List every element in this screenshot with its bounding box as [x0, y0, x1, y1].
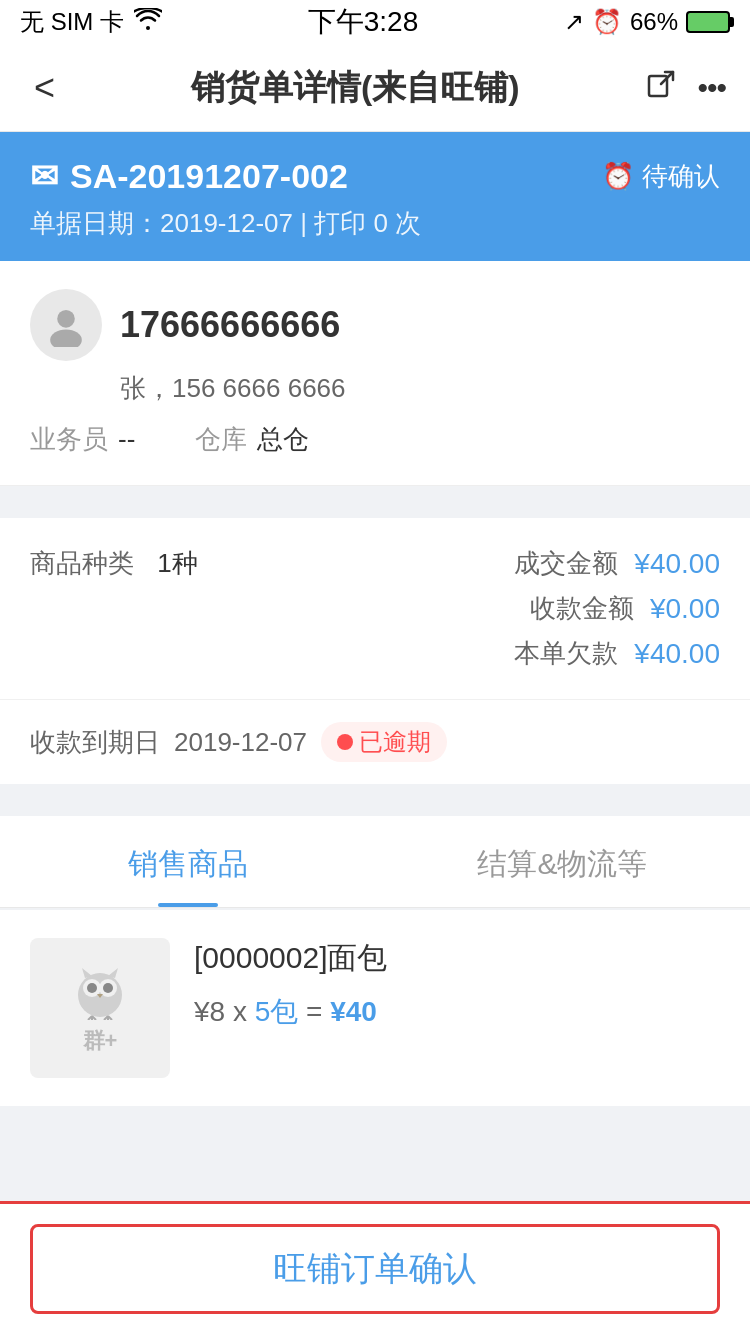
- customer-name: 张，156 6666 6666: [120, 371, 720, 406]
- tab-sales-products[interactable]: 销售商品: [0, 816, 375, 907]
- price-base: ¥8 x: [194, 996, 247, 1027]
- amount-row-0: 成交金额 ¥40.00: [514, 546, 720, 581]
- location-icon: ↗: [564, 8, 584, 36]
- summary-left: 商品种类 1种: [30, 546, 198, 581]
- customer-meta: 业务员 -- 仓库 总仓: [30, 422, 720, 457]
- nav-actions: •••: [645, 68, 726, 107]
- wifi-icon: [134, 8, 162, 36]
- divider-1: [0, 486, 750, 502]
- product-image-placeholder: 群+: [60, 960, 140, 1056]
- clock-icon: ⏰: [602, 161, 634, 192]
- confirm-order-button[interactable]: 旺铺订单确认: [30, 1224, 720, 1314]
- carrier-label: 无 SIM 卡: [20, 6, 124, 38]
- amount-value-2: ¥40.00: [634, 638, 720, 670]
- order-envelope-icon: ✉: [30, 156, 58, 196]
- customer-row: 17666666666: [30, 289, 720, 361]
- summary-section: 商品种类 1种 成交金额 ¥40.00 收款金额 ¥0.00 本单欠款 ¥40.…: [0, 518, 750, 699]
- overdue-text: 已逾期: [359, 726, 431, 758]
- order-header: ✉ SA-20191207-002 ⏰ 待确认 单据日期：2019-12-07 …: [0, 132, 750, 261]
- amount-label-1: 收款金额: [530, 591, 634, 626]
- amount-row-1: 收款金额 ¥0.00: [530, 591, 720, 626]
- status-bar-left: 无 SIM 卡: [20, 6, 162, 38]
- status-bar-right: ↗ ⏰ 66%: [564, 8, 730, 36]
- warehouse-label: 仓库: [195, 422, 247, 457]
- svg-point-1: [57, 310, 75, 328]
- tabs-section: 销售商品 结算&物流等: [0, 816, 750, 908]
- product-section: 群+ [0000002]面包 ¥8 x 5包 = ¥40: [0, 910, 750, 1106]
- customer-avatar: [30, 289, 102, 361]
- share-icon[interactable]: [645, 68, 677, 107]
- amount-label-0: 成交金额: [514, 546, 618, 581]
- order-status: ⏰ 待确认: [602, 159, 720, 194]
- battery-icon: [686, 11, 730, 33]
- salesperson-value: --: [118, 424, 135, 455]
- order-date: 单据日期：2019-12-07 | 打印 0 次: [30, 206, 720, 241]
- product-image: 群+: [30, 938, 170, 1078]
- amount-value-1: ¥0.00: [650, 593, 720, 625]
- product-types-row: 商品种类 1种: [30, 546, 198, 581]
- product-types-label: 商品种类: [30, 548, 134, 578]
- product-item: 群+ [0000002]面包 ¥8 x 5包 = ¥40: [30, 938, 720, 1078]
- due-date-section: 收款到期日 2019-12-07 已逾期: [0, 699, 750, 784]
- due-date-value: 2019-12-07: [174, 727, 307, 758]
- product-name: [0000002]面包: [194, 938, 720, 979]
- alarm-icon: ⏰: [592, 8, 622, 36]
- summary-right: 成交金额 ¥40.00 收款金额 ¥0.00 本单欠款 ¥40.00: [514, 546, 720, 671]
- product-price: ¥8 x 5包 = ¥40: [194, 993, 720, 1031]
- more-icon[interactable]: •••: [697, 71, 726, 105]
- overdue-dot-icon: [337, 734, 353, 750]
- overdue-badge: 已逾期: [321, 722, 447, 762]
- svg-point-6: [87, 983, 97, 993]
- amount-value-0: ¥40.00: [634, 548, 720, 580]
- order-id: ✉ SA-20191207-002: [30, 156, 348, 196]
- customer-section: 17666666666 张，156 6666 6666 业务员 -- 仓库 总仓: [0, 261, 750, 486]
- tabs-row: 销售商品 结算&物流等: [0, 816, 750, 907]
- customer-phone: 17666666666: [120, 304, 340, 346]
- tab-settlement-logistics[interactable]: 结算&物流等: [375, 816, 750, 907]
- price-qty: 5包: [255, 996, 299, 1027]
- svg-point-7: [103, 983, 113, 993]
- confirm-button-wrapper: 旺铺订单确认: [0, 1201, 750, 1334]
- product-info: [0000002]面包 ¥8 x 5包 = ¥40: [194, 938, 720, 1031]
- back-button[interactable]: <: [24, 57, 65, 119]
- due-date-label: 收款到期日: [30, 725, 160, 760]
- status-bar: 无 SIM 卡 下午3:28 ↗ ⏰ 66%: [0, 0, 750, 44]
- amount-row-2: 本单欠款 ¥40.00: [514, 636, 720, 671]
- price-equals: =: [306, 996, 322, 1027]
- warehouse-field: 仓库 总仓: [195, 422, 309, 457]
- product-types-value: 1种: [157, 548, 197, 578]
- battery-percent: 66%: [630, 8, 678, 36]
- warehouse-value: 总仓: [257, 422, 309, 457]
- brand-text: 群+: [83, 1026, 118, 1056]
- svg-point-2: [50, 329, 82, 347]
- order-header-top: ✉ SA-20191207-002 ⏰ 待确认: [30, 156, 720, 196]
- divider-2: [0, 784, 750, 800]
- salesperson-label: 业务员: [30, 422, 108, 457]
- amount-label-2: 本单欠款: [514, 636, 618, 671]
- salesperson-field: 业务员 --: [30, 422, 135, 457]
- nav-bar: < 销货单详情(来自旺铺) •••: [0, 44, 750, 132]
- page-title: 销货单详情(来自旺铺): [191, 65, 520, 111]
- status-bar-time: 下午3:28: [308, 3, 419, 41]
- price-total: ¥40: [330, 996, 377, 1027]
